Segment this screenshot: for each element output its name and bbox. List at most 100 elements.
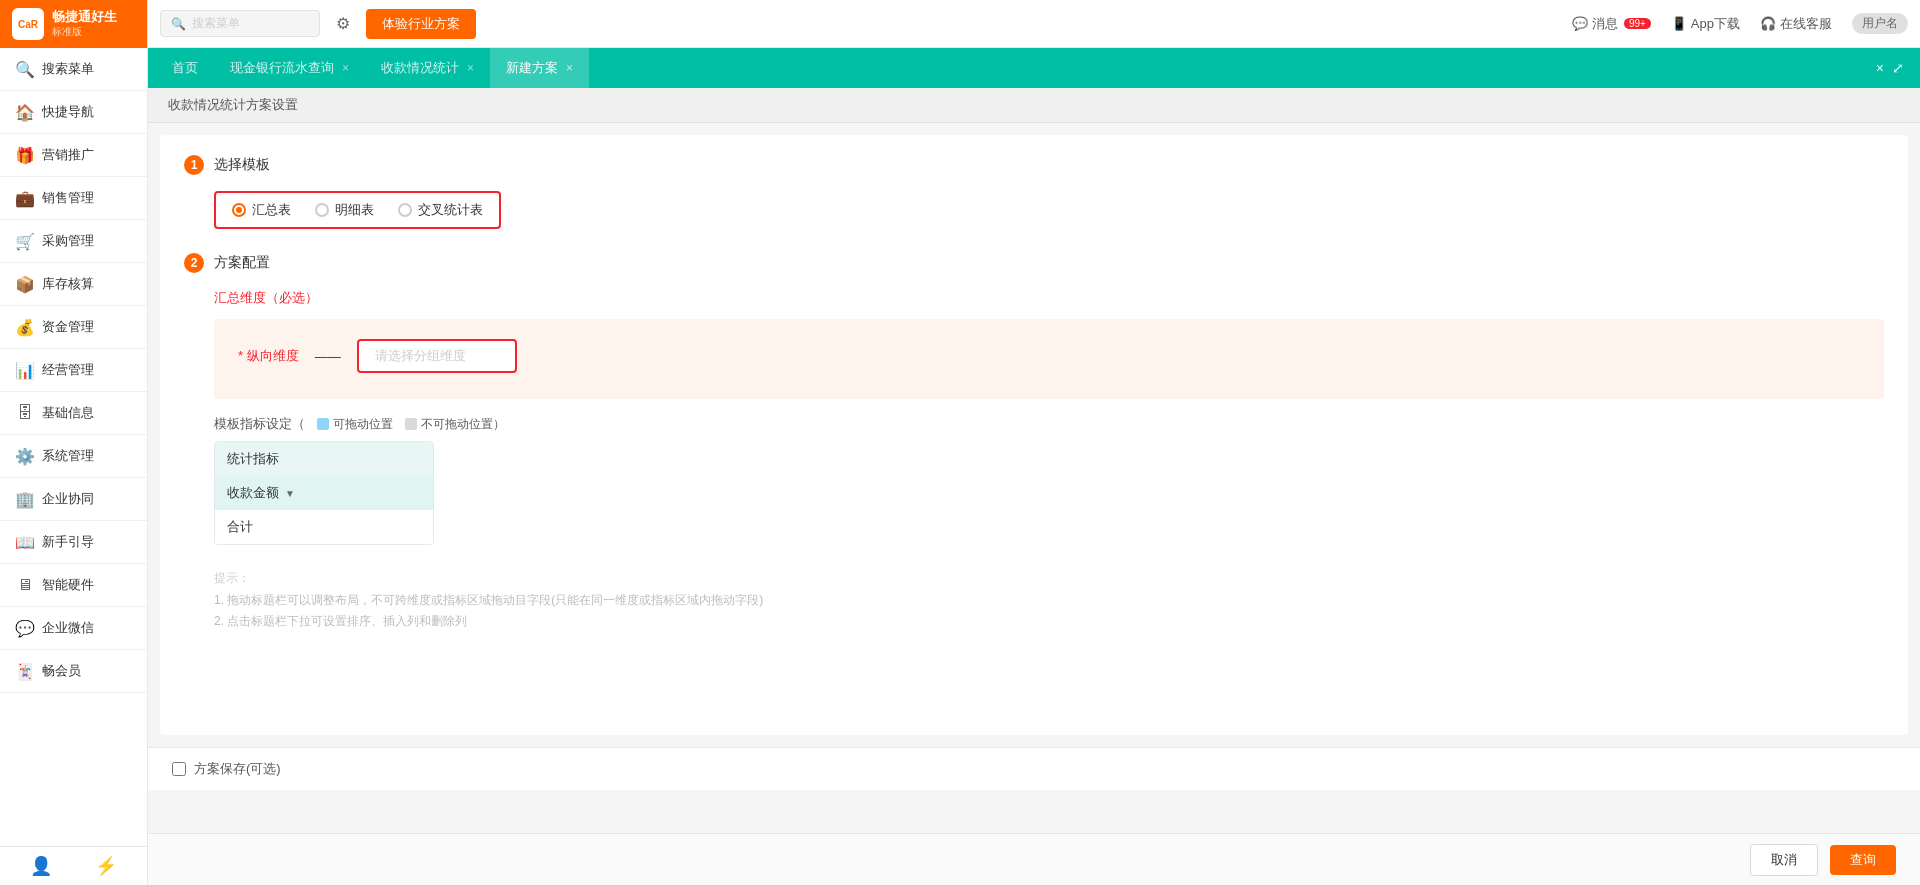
book-icon: 📖 [16,533,34,551]
indicator-settings-label: 模板指标设定（ [214,415,305,433]
vertical-dim-label: * 纵向维度 [238,347,299,365]
sidebar-item-label: 快捷导航 [42,103,94,121]
service-label: 在线客服 [1780,15,1832,33]
cart-icon: 🛒 [16,232,34,250]
tips-line2: 2. 点击标题栏下拉可设置排序、插入列和删除列 [214,611,1884,633]
sidebar-item-wechat[interactable]: 💬 企业微信 [0,607,147,650]
amount-col-cell[interactable]: 收款金额 ▼ [215,476,307,510]
logo-icon: CaR [12,8,44,40]
tips-section: 提示： 1. 拖动标题栏可以调整布局，不可跨维度或指标区域拖动目字段(只能在同一… [214,568,1884,633]
movable-dot [317,418,329,430]
amount-col-label: 收款金额 [227,484,279,502]
sidebar-item-hardware[interactable]: 🖥 智能硬件 [0,564,147,607]
sidebar-item-label: 采购管理 [42,232,94,250]
sidebar-item-label: 企业微信 [42,619,94,637]
content-area: 收款情况统计方案设置 1 选择模板 汇总表 明细 [148,88,1920,833]
stat-label-cell: 统计指标 [215,442,291,476]
sidebar-item-label: 智能硬件 [42,576,94,594]
sidebar-item-inventory[interactable]: 📦 库存核算 [0,263,147,306]
radio-summary[interactable]: 汇总表 [232,201,291,219]
sidebar-item-purchase[interactable]: 🛒 采购管理 [0,220,147,263]
cancel-button[interactable]: 取消 [1750,844,1818,876]
section1-num: 1 [184,155,204,175]
tabbar-actions: × ⤢ [1876,60,1912,76]
unmovable-dot [405,418,417,430]
message-badge: 99+ [1624,18,1651,29]
tab-home-label: 首页 [172,59,198,77]
query-button[interactable]: 查询 [1830,845,1896,875]
tips-title: 提示： [214,568,1884,590]
service-item[interactable]: 🎧 在线客服 [1760,15,1832,33]
tab-cashflow[interactable]: 现金银行流水查询 × [214,48,365,88]
radio-detail[interactable]: 明细表 [315,201,374,219]
dimension-label: 汇总维度（必选） [214,290,318,305]
unmovable-badge: 不可拖动位置） [405,416,505,433]
home-icon: 🏠 [16,103,34,121]
settings-icon[interactable]: ⚙ [336,14,350,33]
sidebar-item-quicknav[interactable]: 🏠 快捷导航 [0,91,147,134]
arrow-icon: —— [315,349,341,364]
user-info[interactable]: 用户名 [1852,13,1908,34]
radio-cross-label: 交叉统计表 [418,201,483,219]
box-icon: 📦 [16,275,34,293]
search-box[interactable]: 🔍 搜索菜单 [160,10,320,37]
hardware-icon: 🖥 [16,576,34,594]
tips-prefix: 提示： [214,571,250,585]
close-all-icon[interactable]: × [1876,60,1884,76]
sidebar-item-system[interactable]: ⚙️ 系统管理 [0,435,147,478]
page-title-bar: 收款情况统计方案设置 [148,88,1920,123]
message-label: 消息 [1592,15,1618,33]
radio-cross[interactable]: 交叉统计表 [398,201,483,219]
industry-btn[interactable]: 体验行业方案 [366,9,476,39]
sidebar-bottom-item1[interactable]: 👤 [30,855,52,877]
movable-badge: 可拖动位置 [317,416,393,433]
indicator-col-row[interactable]: 收款金额 ▼ [215,476,433,510]
sidebar-item-label: 销售管理 [42,189,94,207]
save-row: 方案保存(可选) [148,747,1920,790]
sidebar-item-marketing[interactable]: 🎁 营销推广 [0,134,147,177]
sidebar-bottom-item2[interactable]: ⚡ [95,855,117,877]
member-icon: 🃏 [16,662,34,680]
tab-newplan-label: 新建方案 [506,59,558,77]
section1-header: 1 选择模板 [184,155,1884,175]
sidebar-item-sales[interactable]: 💼 销售管理 [0,177,147,220]
search-icon: 🔍 [171,17,186,31]
save-label: 方案保存(可选) [194,760,281,778]
sidebar-item-search[interactable]: 🔍 搜索菜单 [0,48,147,91]
sales-icon: 💼 [16,189,34,207]
sidebar-item-guide[interactable]: 📖 新手引导 [0,521,147,564]
dim-placeholder: 请选择分组维度 [375,348,466,363]
sidebar-item-label: 搜索菜单 [42,60,94,78]
tab-collection[interactable]: 收款情况统计 × [365,48,490,88]
tab-newplan-close[interactable]: × [566,61,573,75]
search-placeholder: 搜索菜单 [192,15,240,32]
sidebar-item-member[interactable]: 🃏 畅会员 [0,650,147,693]
tab-collection-label: 收款情况统计 [381,59,459,77]
save-checkbox[interactable] [172,762,186,776]
message-item[interactable]: 💬 消息 99+ [1572,15,1651,33]
sidebar: CaR 畅捷通好生 标准版 🔍 搜索菜单 🏠 快捷导航 🎁 营销推广 💼 销售管… [0,0,148,885]
sidebar-nav: 🔍 搜索菜单 🏠 快捷导航 🎁 营销推广 💼 销售管理 🛒 采购管理 📦 库存核… [0,48,147,846]
tab-collection-close[interactable]: × [467,61,474,75]
app-download-item[interactable]: 📱 App下载 [1671,15,1740,33]
subtotal-label: 合计 [227,518,253,536]
sidebar-item-base[interactable]: 🗄 基础信息 [0,392,147,435]
sidebar-item-operations[interactable]: 📊 经营管理 [0,349,147,392]
maximize-icon[interactable]: ⤢ [1892,60,1904,76]
vertical-dim-row: * 纵向维度 —— 请选择分组维度 [238,339,1860,373]
topbar-right: 💬 消息 99+ 📱 App下载 🎧 在线客服 用户名 [1572,13,1908,34]
chevron-down-icon: ▼ [285,488,295,499]
dim-select-dropdown[interactable]: 请选择分组维度 [357,339,517,373]
app-download-label: App下载 [1691,15,1740,33]
sidebar-item-enterprise[interactable]: 🏢 企业协同 [0,478,147,521]
radio-summary-circle [232,203,246,217]
sidebar-item-finance[interactable]: 💰 资金管理 [0,306,147,349]
logo-text: 畅捷通好生 [52,9,117,25]
tab-cashflow-close[interactable]: × [342,61,349,75]
section2-label: 方案配置 [214,254,270,272]
tab-newplan[interactable]: 新建方案 × [490,48,589,88]
search-icon: 🔍 [16,60,34,78]
sidebar-item-label: 营销推广 [42,146,94,164]
sidebar-bottom: 👤 ⚡ [0,846,147,885]
tab-home[interactable]: 首页 [156,48,214,88]
